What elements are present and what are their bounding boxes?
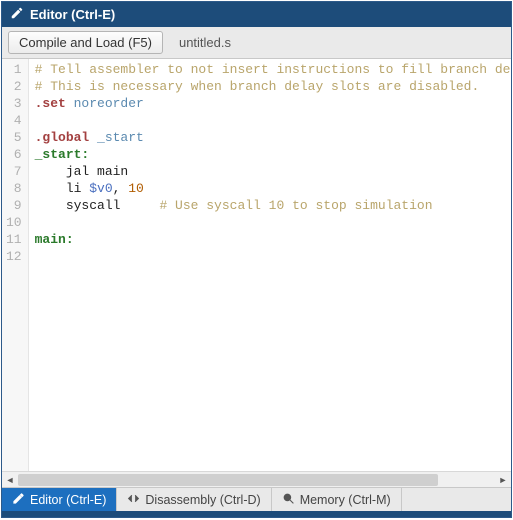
code-token: _start bbox=[89, 130, 144, 145]
code-token: syscall bbox=[35, 198, 121, 213]
code-token: $v0 bbox=[89, 181, 112, 196]
line-number: 6 bbox=[6, 146, 22, 163]
code-editor[interactable]: 123456789101112 # Tell assembler to not … bbox=[2, 59, 511, 471]
tab-label: Editor (Ctrl-E) bbox=[30, 493, 106, 507]
titlebar: Editor (Ctrl-E) bbox=[2, 2, 511, 27]
code-token: , bbox=[113, 181, 129, 196]
code-token: noreorder bbox=[66, 96, 144, 111]
bottom-border bbox=[2, 511, 511, 517]
line-number: 10 bbox=[6, 214, 22, 231]
tab-editor[interactable]: Editor (Ctrl-E) bbox=[2, 488, 117, 511]
code-token: # Use syscall 10 to stop simulation bbox=[159, 198, 432, 213]
toolbar: Compile and Load (F5) untitled.s bbox=[2, 27, 511, 59]
code-token: .global bbox=[35, 130, 90, 145]
code-token: 10 bbox=[128, 181, 144, 196]
tab-memory[interactable]: Memory (Ctrl-M) bbox=[272, 488, 402, 511]
code-token: li bbox=[35, 181, 90, 196]
line-number: 3 bbox=[6, 95, 22, 112]
code-token: .set bbox=[35, 96, 66, 111]
code-token bbox=[120, 198, 159, 213]
code-token: main: bbox=[35, 232, 74, 247]
editor-panel: Editor (Ctrl-E) Compile and Load (F5) un… bbox=[1, 1, 512, 518]
search-icon bbox=[282, 492, 295, 508]
line-number: 8 bbox=[6, 180, 22, 197]
tab-label: Memory (Ctrl-M) bbox=[300, 493, 391, 507]
line-number: 9 bbox=[6, 197, 22, 214]
line-number: 2 bbox=[6, 78, 22, 95]
bottom-tab-strip: Editor (Ctrl-E) Disassembly (Ctrl-D) Mem… bbox=[2, 487, 511, 511]
scroll-right-arrow-icon[interactable]: ► bbox=[495, 472, 511, 488]
compile-load-button[interactable]: Compile and Load (F5) bbox=[8, 31, 163, 54]
tab-disassembly[interactable]: Disassembly (Ctrl-D) bbox=[117, 488, 271, 511]
titlebar-title: Editor (Ctrl-E) bbox=[30, 7, 115, 22]
code-line: # This is necessary when branch delay sl… bbox=[35, 79, 480, 94]
edit-icon bbox=[12, 492, 25, 508]
line-number: 11 bbox=[6, 231, 22, 248]
scroll-left-arrow-icon[interactable]: ◄ bbox=[2, 472, 18, 488]
line-number: 1 bbox=[6, 61, 22, 78]
horizontal-scrollbar[interactable]: ◄ ► bbox=[2, 471, 511, 487]
code-area[interactable]: # Tell assembler to not insert instructi… bbox=[29, 59, 511, 471]
tab-label: Disassembly (Ctrl-D) bbox=[145, 493, 260, 507]
line-number: 12 bbox=[6, 248, 22, 265]
line-number: 7 bbox=[6, 163, 22, 180]
code-icon bbox=[127, 492, 140, 508]
line-gutter: 123456789101112 bbox=[2, 59, 29, 471]
code-line: jal main bbox=[35, 164, 129, 179]
scroll-thumb[interactable] bbox=[18, 474, 438, 486]
line-number: 4 bbox=[6, 112, 22, 129]
edit-icon bbox=[10, 6, 24, 23]
line-number: 5 bbox=[6, 129, 22, 146]
code-token: _start: bbox=[35, 147, 90, 162]
file-tab[interactable]: untitled.s bbox=[173, 32, 237, 53]
code-line: # Tell assembler to not insert instructi… bbox=[35, 62, 511, 77]
